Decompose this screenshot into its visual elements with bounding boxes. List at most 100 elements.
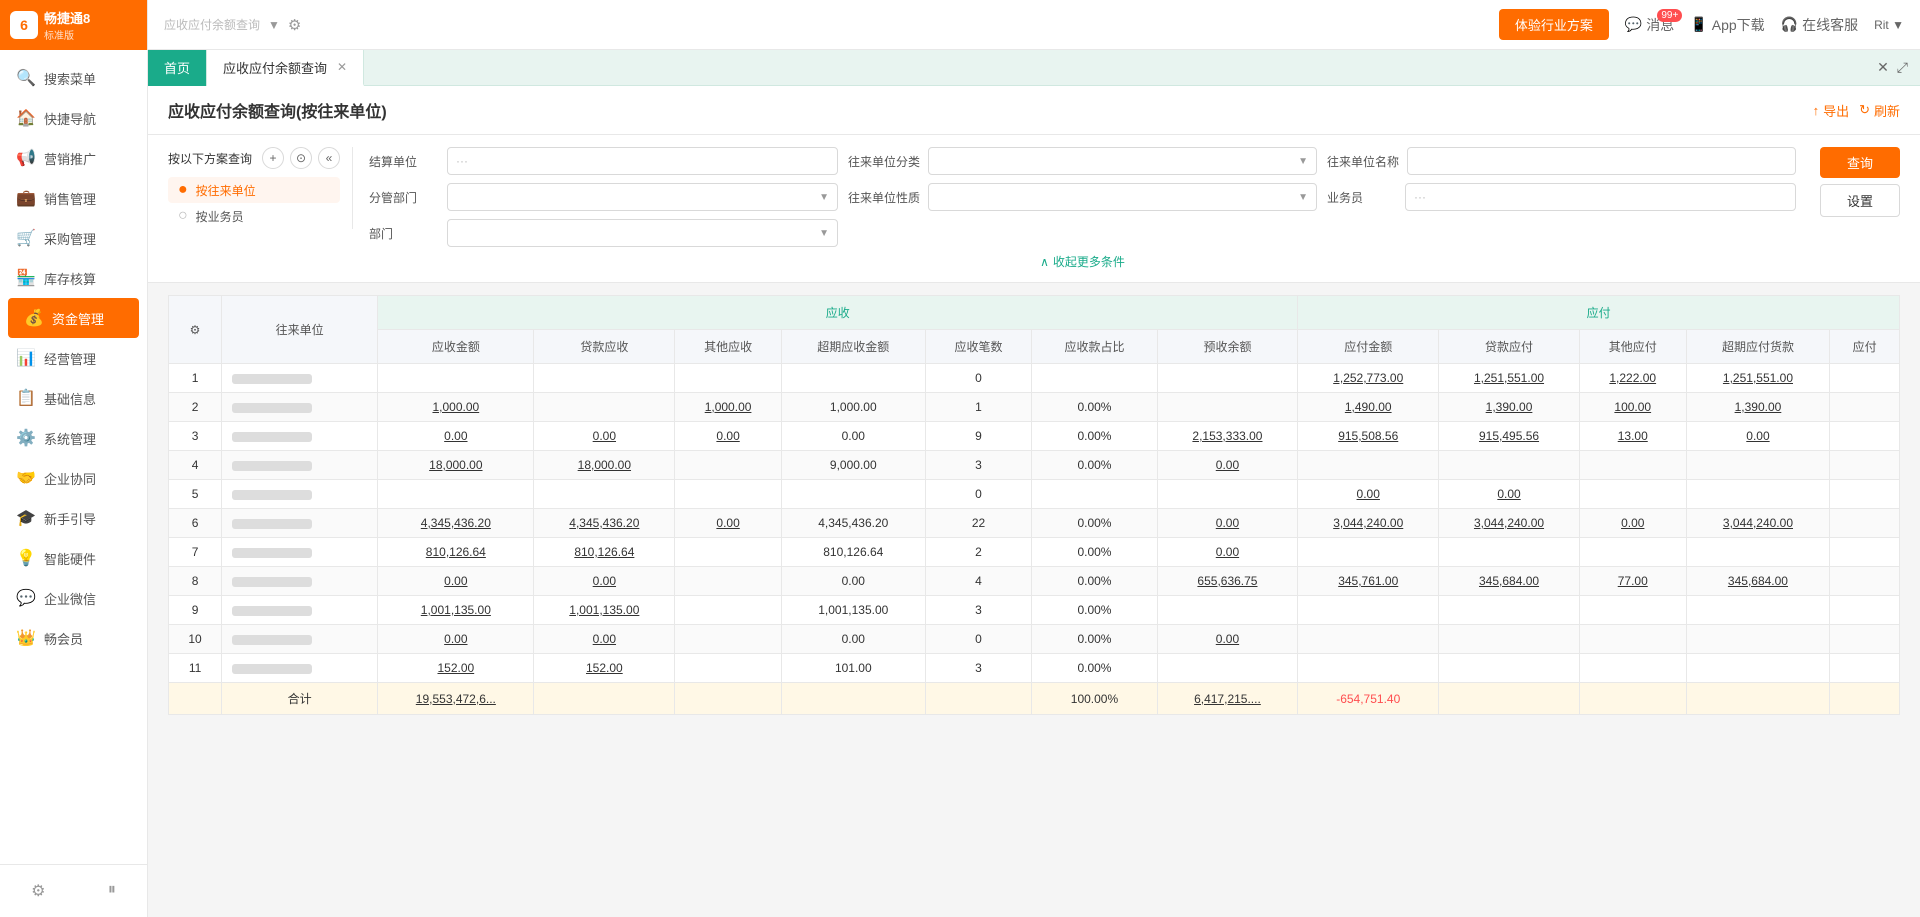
sidebar-item-search[interactable]: 🔍 搜索菜单	[0, 58, 147, 98]
sidebar-item-label: 企业协同	[44, 469, 96, 488]
row-loan-ap	[1439, 451, 1580, 480]
partner-nature-label: 往来单位性质	[848, 189, 920, 206]
online-service-button[interactable]: 🎧 在线客服	[1781, 15, 1858, 35]
ar-count-header: 应收笔数	[925, 330, 1032, 364]
messages-button[interactable]: 💬 消息 99+	[1625, 15, 1674, 35]
row-ar-count: 3	[925, 451, 1032, 480]
collapse-button[interactable]: ∧ 收起更多条件	[369, 247, 1796, 270]
tab-bar: 首页 应收应付余额查询 ✕ ✕ ⤢	[148, 50, 1920, 86]
dept-manager-label: 分管部门	[369, 189, 439, 206]
partner-nature-input[interactable]: ▼	[928, 183, 1317, 211]
settings-col-header[interactable]: ⚙	[169, 296, 222, 364]
sidebar-item-quicknav[interactable]: 🏠 快捷导航	[0, 98, 147, 138]
ap-amount-header: 应付金额	[1298, 330, 1439, 364]
table-row: 6 4,345,436.20 4,345,436.20 0.00 4,345,4…	[169, 509, 1900, 538]
industry-button[interactable]: 体验行业方案	[1499, 9, 1609, 40]
hardware-icon: 💡	[16, 548, 36, 568]
footer-ap	[1830, 683, 1900, 715]
overdue-ar-header: 超期应收金额	[781, 330, 925, 364]
sidebar-item-purchase[interactable]: 🛒 采购管理	[0, 218, 147, 258]
sidebar-item-corp[interactable]: 🤝 企业协同	[0, 458, 147, 498]
row-ar-amount	[378, 480, 534, 509]
row-overdue-ar: 4,345,436.20	[781, 509, 925, 538]
row-prepay-balance	[1157, 654, 1298, 683]
row-overdue-ap: 0.00	[1686, 422, 1830, 451]
row-ar-ratio: 0.00%	[1032, 567, 1157, 596]
filter-by-partner-label: 按往来单位	[196, 182, 256, 199]
overdue-ap-header: 超期应付货款	[1686, 330, 1830, 364]
search-icon: 🔍	[16, 68, 36, 88]
filter-by-sales-label: 按业务员	[196, 208, 244, 225]
tab-maximize-icon[interactable]: ⤢	[1897, 59, 1908, 76]
row-ar-ratio: 0.00%	[1032, 451, 1157, 480]
marketing-icon: 📢	[16, 148, 36, 168]
row-other-ar: 0.00	[675, 422, 782, 451]
filter-by-sales[interactable]: ○ 按业务员	[168, 203, 340, 229]
row-loan-ar: 4,345,436.20	[534, 509, 675, 538]
page-title: 应收应付余额查询(按往来单位)	[168, 98, 387, 122]
row-loan-ap	[1439, 625, 1580, 654]
sidebar-item-vip[interactable]: 👑 畅会员	[0, 618, 147, 658]
partner-name-input[interactable]	[1407, 147, 1796, 175]
edit-scheme-button[interactable]: ⊙	[290, 147, 312, 169]
tab-close-icon[interactable]: ✕	[337, 60, 347, 74]
collapse-label: 收起更多条件	[1053, 253, 1125, 270]
sidebar-item-sales[interactable]: 💼 销售管理	[0, 178, 147, 218]
settings-bottom-icon[interactable]: ⚙	[25, 875, 51, 907]
salesperson-input[interactable]: ···	[1405, 183, 1796, 211]
app-download-label: App下载	[1712, 15, 1765, 35]
query-button[interactable]: 查询	[1820, 147, 1900, 178]
row-overdue-ar: 1,001,135.00	[781, 596, 925, 625]
row-overdue-ap	[1686, 625, 1830, 654]
tab-ar-ap[interactable]: 应收应付余额查询 ✕	[207, 50, 364, 86]
export-button[interactable]: ↑ 导出	[1813, 101, 1850, 120]
sidebar-item-hardware[interactable]: 💡 智能硬件	[0, 538, 147, 578]
page-header-actions: ↑ 导出 ↻ 刷新	[1813, 101, 1900, 120]
sidebar-item-label: 系统管理	[44, 429, 96, 448]
sidebar-item-system[interactable]: ⚙️ 系统管理	[0, 418, 147, 458]
tab-home[interactable]: 首页	[148, 50, 207, 86]
add-scheme-button[interactable]: +	[262, 147, 284, 169]
logo-icon: 6	[10, 11, 38, 39]
row-other-ap	[1579, 625, 1686, 654]
row-no: 5	[169, 480, 222, 509]
filter-by-partner[interactable]: ● 按往来单位	[168, 177, 340, 203]
row-other-ap	[1579, 654, 1686, 683]
row-other-ap: 1,222.00	[1579, 364, 1686, 393]
sidebar-item-finance[interactable]: 💰 资金管理	[8, 298, 139, 338]
chevron-down-icon[interactable]: ▼	[268, 18, 280, 32]
user-menu[interactable]: Rit ▼	[1874, 18, 1904, 32]
row-overdue-ar: 1,000.00	[781, 393, 925, 422]
wechat-icon: 💬	[16, 588, 36, 608]
sidebar-item-marketing[interactable]: 📢 营销推广	[0, 138, 147, 178]
tab-close-all-icon[interactable]: ✕	[1877, 59, 1889, 76]
row-prepay-balance	[1157, 480, 1298, 509]
app-download-button[interactable]: 📱 App下载	[1690, 15, 1764, 35]
row-loan-ap: 0.00	[1439, 480, 1580, 509]
sidebar-item-basic[interactable]: 📋 基础信息	[0, 378, 147, 418]
row-loan-ar: 1,001,135.00	[534, 596, 675, 625]
sidebar-item-label: 营销推广	[44, 149, 96, 168]
dept-input[interactable]: ▼	[447, 219, 838, 247]
row-other-ar	[675, 654, 782, 683]
setting-button[interactable]: 设置	[1820, 184, 1900, 217]
collapse-sidebar-icon[interactable]: ⏸	[102, 875, 122, 907]
partner-category-input[interactable]: ▼	[928, 147, 1317, 175]
sidebar-item-wechat[interactable]: 💬 企业微信	[0, 578, 147, 618]
sidebar-item-inventory[interactable]: 🏪 库存核算	[0, 258, 147, 298]
row-ar-ratio: 0.00%	[1032, 393, 1157, 422]
row-partner	[222, 654, 378, 683]
row-ar-amount: 152.00	[378, 654, 534, 683]
more-scheme-button[interactable]: «	[318, 147, 340, 169]
refresh-button[interactable]: ↻ 刷新	[1859, 101, 1900, 120]
operations-icon: 📊	[16, 348, 36, 368]
sidebar-item-guide[interactable]: 🎓 新手引导	[0, 498, 147, 538]
table-settings-icon[interactable]: ⚙	[190, 323, 201, 337]
sidebar-item-operations[interactable]: 📊 经营管理	[0, 338, 147, 378]
row-partner	[222, 393, 378, 422]
table-row: 8 0.00 0.00 0.00 4 0.00% 655,636.75 345,…	[169, 567, 1900, 596]
settlement-unit-input[interactable]: ···	[447, 147, 838, 175]
dept-manager-input[interactable]: ▼	[447, 183, 838, 211]
guide-icon: 🎓	[16, 508, 36, 528]
settings-icon[interactable]: ⚙	[288, 16, 301, 34]
